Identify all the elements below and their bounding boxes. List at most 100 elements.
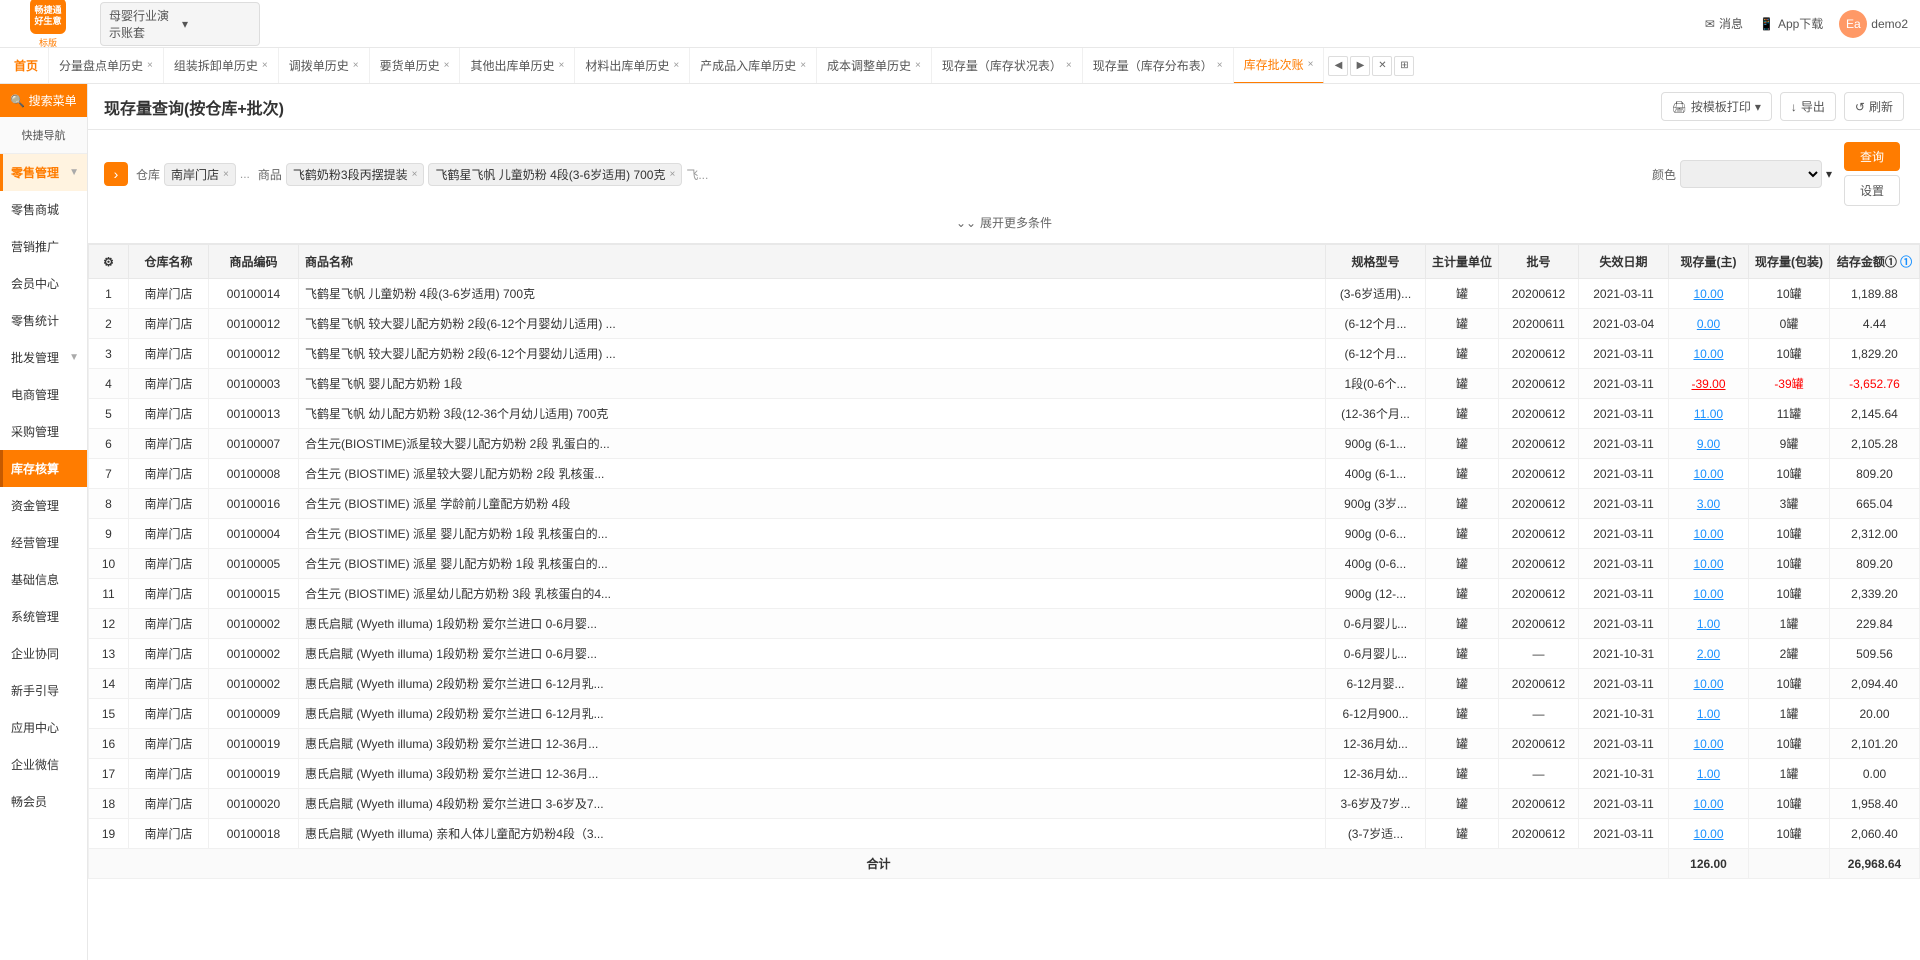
cell-spec: 12-36月幼... bbox=[1325, 729, 1425, 759]
nav-menu-button[interactable]: ⊞ bbox=[1394, 56, 1414, 76]
table-row: 13 南岸门店 00100002 惠氏启賦 (Wyeth illuma) 1段奶… bbox=[89, 639, 1920, 669]
sidebar-item-finance[interactable]: 资金管理 bbox=[0, 487, 87, 524]
sidebar-item-system[interactable]: 系统管理 bbox=[0, 598, 87, 635]
stock1-link[interactable]: 9.00 bbox=[1697, 437, 1720, 451]
query-button[interactable]: 查询 bbox=[1844, 142, 1900, 171]
stock1-link[interactable]: 10.00 bbox=[1693, 677, 1723, 691]
stock1-link[interactable]: 10.00 bbox=[1693, 797, 1723, 811]
refresh-button[interactable]: ↺ 刷新 bbox=[1844, 92, 1904, 121]
sidebar-item-retail-stat[interactable]: 零售统计 bbox=[0, 302, 87, 339]
cell-no: 8 bbox=[89, 489, 129, 519]
expand-more-button[interactable]: ⌄⌄ 展开更多条件 bbox=[956, 214, 1052, 231]
nav-prev-button[interactable]: ◀ bbox=[1328, 56, 1348, 76]
sidebar-item-newguide[interactable]: 新手引导 bbox=[0, 672, 87, 709]
filter-warehouse-tag-1[interactable]: 南岸门店 × bbox=[164, 163, 236, 186]
tab-stockdist[interactable]: 现存量（库存分布表） × bbox=[1083, 48, 1234, 84]
sidebar-item-base[interactable]: 基础信息 bbox=[0, 561, 87, 598]
tab-split[interactable]: 分量盘点单历史 × bbox=[49, 48, 164, 84]
filter-warehouse-more[interactable]: ... bbox=[240, 167, 250, 181]
footer-amount: 26,968.64 bbox=[1830, 849, 1920, 879]
stock1-link[interactable]: 10.00 bbox=[1693, 737, 1723, 751]
stock1-link[interactable]: 1.00 bbox=[1697, 707, 1720, 721]
filter-color-select[interactable] bbox=[1680, 160, 1822, 188]
stock1-link[interactable]: 0.00 bbox=[1697, 317, 1720, 331]
sidebar-quick-nav[interactable]: 快捷导航 bbox=[0, 117, 87, 154]
tab-require[interactable]: 要货单历史 × bbox=[370, 48, 461, 84]
stock1-link[interactable]: 2.00 bbox=[1697, 647, 1720, 661]
tab-costadj[interactable]: 成本调整单历史 × bbox=[817, 48, 932, 84]
stock1-link[interactable]: 11.00 bbox=[1694, 407, 1723, 421]
stock1-link[interactable]: -39.00 bbox=[1691, 377, 1725, 391]
tab-stockdist-close-icon[interactable]: × bbox=[1217, 60, 1223, 71]
app-download-button[interactable]: 📱 App下载 bbox=[1759, 15, 1823, 32]
sidebar-item-retail-mgmt[interactable]: 零售管理 ▼ bbox=[0, 154, 87, 191]
stock1-link[interactable]: 10.00 bbox=[1693, 587, 1723, 601]
sidebar-item-corp[interactable]: 企业协同 bbox=[0, 635, 87, 672]
tab-otherout-close-icon[interactable]: × bbox=[558, 60, 564, 71]
sidebar-item-member[interactable]: 会员中心 bbox=[0, 265, 87, 302]
cell-code: 00100012 bbox=[209, 339, 299, 369]
stock1-link[interactable]: 10.00 bbox=[1693, 287, 1723, 301]
tab-home[interactable]: 首页 bbox=[4, 48, 49, 84]
message-button[interactable]: ✉ 消息 bbox=[1705, 15, 1743, 32]
nav-next-button[interactable]: ▶ bbox=[1350, 56, 1370, 76]
stock1-link[interactable]: 10.00 bbox=[1693, 557, 1723, 571]
filter-expand-button[interactable]: › bbox=[104, 162, 128, 186]
stock1-link[interactable]: 10.00 bbox=[1693, 467, 1723, 481]
sidebar-item-ops[interactable]: 经营管理 bbox=[0, 524, 87, 561]
sidebar-item-wholesale[interactable]: 批发管理 ▼ bbox=[0, 339, 87, 376]
sidebar-item-purchase[interactable]: 采购管理 bbox=[0, 413, 87, 450]
tab-combo-close-icon[interactable]: × bbox=[262, 60, 268, 71]
tab-materialout[interactable]: 材料出库单历史 × bbox=[575, 48, 690, 84]
tab-transfer[interactable]: 调拨单历史 × bbox=[279, 48, 370, 84]
stock1-link[interactable]: 10.00 bbox=[1693, 347, 1723, 361]
filter-product-tag-1[interactable]: 飞鹤奶粉3段丙摆提装 × bbox=[286, 163, 425, 186]
user-avatar-area[interactable]: Ea demo2 bbox=[1839, 10, 1908, 38]
filter-color-arrow-icon: ▾ bbox=[1826, 167, 1832, 181]
tab-stockstatus-close-icon[interactable]: × bbox=[1066, 60, 1072, 71]
sidebar-item-appcenter[interactable]: 应用中心 bbox=[0, 709, 87, 746]
stock1-link[interactable]: 1.00 bbox=[1697, 767, 1720, 781]
export-button[interactable]: ↓ 导出 bbox=[1780, 92, 1836, 121]
template-print-button[interactable]: 🖨 按模板打印 ▾ bbox=[1661, 92, 1772, 121]
cell-stock2: 10罐 bbox=[1749, 579, 1830, 609]
stock1-link[interactable]: 3.00 bbox=[1697, 497, 1720, 511]
tab-productin[interactable]: 产成品入库单历史 × bbox=[690, 48, 817, 84]
tab-batchledger[interactable]: 库存批次账 × bbox=[1234, 48, 1325, 84]
workspace-selector[interactable]: 母婴行业演示账套 ▾ bbox=[100, 2, 260, 46]
sidebar-item-corpwx[interactable]: 企业微信 bbox=[0, 746, 87, 783]
filter-warehouse-tag-1-remove-icon[interactable]: × bbox=[223, 169, 229, 180]
cell-stock1: 10.00 bbox=[1669, 459, 1749, 489]
stock1-link[interactable]: 10.00 bbox=[1693, 827, 1723, 841]
sidebar-quick-nav-label[interactable]: 快捷导航 bbox=[0, 121, 87, 149]
sidebar-item-marketing[interactable]: 营销推广 bbox=[0, 228, 87, 265]
filter-product-tag-1-remove-icon[interactable]: × bbox=[412, 169, 418, 180]
tab-require-close-icon[interactable]: × bbox=[444, 60, 450, 71]
settings-icon[interactable]: ⚙ bbox=[103, 255, 114, 269]
cell-code: 00100013 bbox=[209, 399, 299, 429]
filter-product-tag-2-remove-icon[interactable]: × bbox=[669, 169, 675, 180]
setting-button[interactable]: 设置 bbox=[1844, 175, 1900, 206]
tab-costadj-close-icon[interactable]: × bbox=[915, 60, 921, 71]
sidebar-item-retail-stat-label: 零售统计 bbox=[11, 312, 59, 329]
sidebar-search[interactable]: 🔍 搜索菜单 bbox=[0, 84, 87, 117]
tab-transfer-close-icon[interactable]: × bbox=[353, 60, 359, 71]
sidebar-item-ecommerce[interactable]: 电商管理 bbox=[0, 376, 87, 413]
tab-otherout[interactable]: 其他出库单历史 × bbox=[460, 48, 575, 84]
cell-no: 2 bbox=[89, 309, 129, 339]
filter-product-tag-2[interactable]: 飞鹤星飞帆 儿童奶粉 4段(3-6岁适用) 700克 × bbox=[428, 163, 682, 186]
nav-close-all-button[interactable]: ✕ bbox=[1372, 56, 1392, 76]
tab-split-close-icon[interactable]: × bbox=[147, 60, 153, 71]
filter-product-more[interactable]: 飞... bbox=[686, 166, 708, 183]
cell-stock1: -39.00 bbox=[1669, 369, 1749, 399]
stock1-link[interactable]: 1.00 bbox=[1697, 617, 1720, 631]
tab-materialout-close-icon[interactable]: × bbox=[673, 60, 679, 71]
stock1-link[interactable]: 10.00 bbox=[1693, 527, 1723, 541]
sidebar-item-inventory[interactable]: 库存核算 bbox=[0, 450, 87, 487]
sidebar-item-retail-mall[interactable]: 零售商城 bbox=[0, 191, 87, 228]
tab-stockstatus[interactable]: 现存量（库存状况表） × bbox=[932, 48, 1083, 84]
tab-combo[interactable]: 组装拆卸单历史 × bbox=[164, 48, 279, 84]
tab-batchledger-close-icon[interactable]: × bbox=[1308, 59, 1314, 70]
sidebar-item-member2[interactable]: 畅会员 bbox=[0, 783, 87, 820]
tab-productin-close-icon[interactable]: × bbox=[800, 60, 806, 71]
